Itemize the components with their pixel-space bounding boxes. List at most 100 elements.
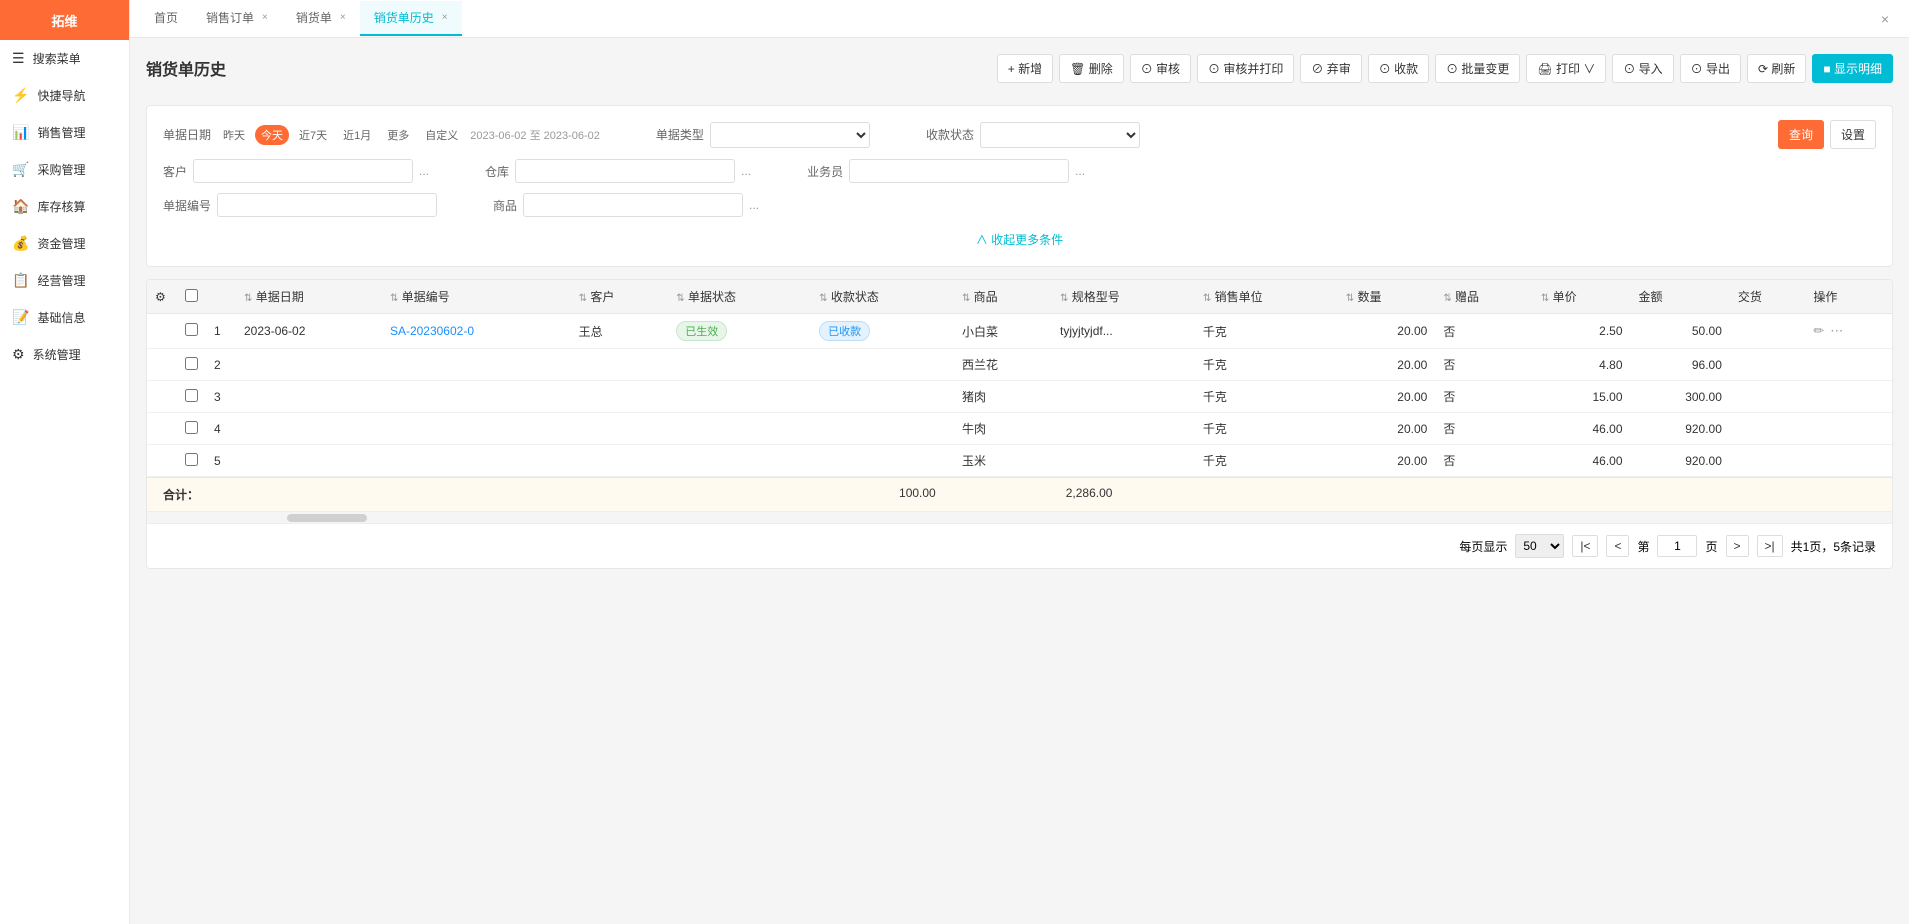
date-custom[interactable]: 自定义	[419, 125, 464, 145]
cell-checkbox[interactable]	[177, 314, 206, 349]
doc-status-badge: 已生效	[676, 321, 727, 341]
refresh-button[interactable]: ⟳ 刷新	[1747, 54, 1806, 83]
business-picker[interactable]: ...	[1075, 164, 1085, 178]
cell-checkbox[interactable]	[177, 445, 206, 477]
per-page-select[interactable]: 50 100	[1515, 534, 1564, 558]
scrollbar-thumb[interactable]	[287, 514, 367, 522]
date-yesterday[interactable]: 昨天	[217, 125, 251, 145]
date-today[interactable]: 今天	[255, 125, 289, 145]
col-amount: 金额	[1631, 280, 1730, 314]
tab-sales-history[interactable]: 销货单历史 ×	[360, 1, 462, 36]
cell-spec: tyjyjtyjdf...	[1052, 314, 1195, 349]
batch-change-button[interactable]: ⊙ 批量变更	[1435, 54, 1520, 83]
col-action: 操作	[1805, 280, 1892, 314]
tab-home[interactable]: 首页	[140, 1, 192, 36]
sales-mgmt-icon: 📊	[12, 124, 29, 141]
sidebar-item-basic-info[interactable]: 📝 基础信息	[0, 299, 129, 336]
cell-customer	[571, 413, 669, 445]
cell-row-no: 4	[206, 413, 236, 445]
col-doc-date[interactable]: ⇅ 单据日期	[236, 280, 382, 314]
tab-sales-delivery[interactable]: 销货单 ×	[282, 1, 360, 36]
date-last7[interactable]: 近7天	[293, 125, 333, 145]
more-icon[interactable]: ⋯	[1830, 323, 1843, 339]
sidebar-item-purchase-mgmt[interactable]: 🛒 采购管理	[0, 151, 129, 188]
page-number-input[interactable]	[1657, 535, 1697, 557]
payment-status-select[interactable]	[980, 122, 1140, 148]
last-page-button[interactable]: >|	[1757, 535, 1783, 557]
settings-button[interactable]: 设置	[1830, 120, 1876, 149]
business-input[interactable]	[849, 159, 1069, 183]
audit-print-button[interactable]: ⊙ 审核并打印	[1197, 54, 1294, 83]
sidebar: 拓维 ☰ 搜索菜单 ⚡ 快捷导航 📊 销售管理 🛒 采购管理 🏠 库存核算 💰 …	[0, 0, 130, 924]
select-all-checkbox[interactable]	[185, 289, 198, 302]
date-last-month[interactable]: 近1月	[337, 125, 377, 145]
doc-type-select[interactable]	[710, 122, 870, 148]
sidebar-item-quick-nav[interactable]: ⚡ 快捷导航	[0, 77, 129, 114]
warehouse-picker[interactable]: ...	[741, 164, 751, 178]
cell-checkbox[interactable]	[177, 349, 206, 381]
sidebar-item-sales-mgmt[interactable]: 📊 销售管理	[0, 114, 129, 151]
col-unit[interactable]: ⇅ 销售单位	[1195, 280, 1338, 314]
cell-amount: 300.00	[1631, 381, 1730, 413]
col-settings[interactable]: ⚙	[147, 280, 177, 314]
collapse-filter-button[interactable]: ∧ 收起更多条件	[163, 227, 1876, 252]
row-checkbox[interactable]	[185, 389, 198, 402]
col-checkbox[interactable]	[177, 280, 206, 314]
prev-page-button[interactable]: <	[1606, 535, 1629, 557]
cell-spec	[1052, 413, 1195, 445]
import-button[interactable]: ⊙ 导入	[1612, 54, 1673, 83]
window-close-button[interactable]: ×	[1871, 11, 1899, 27]
col-product[interactable]: ⇅ 商品	[954, 280, 1052, 314]
cell-action: ✏⋯	[1805, 314, 1892, 349]
sidebar-item-search-menu[interactable]: ☰ 搜索菜单	[0, 40, 129, 77]
product-picker[interactable]: ...	[749, 198, 759, 212]
warehouse-input[interactable]	[515, 159, 735, 183]
cell-checkbox[interactable]	[177, 413, 206, 445]
row-checkbox[interactable]	[185, 421, 198, 434]
row-checkbox[interactable]	[185, 357, 198, 370]
tab-close-sales-order[interactable]: ×	[262, 12, 268, 23]
col-doc-no[interactable]: ⇅ 单据编号	[382, 280, 571, 314]
tab-close-sales-delivery[interactable]: ×	[340, 12, 346, 23]
row-checkbox[interactable]	[185, 323, 198, 336]
col-spec[interactable]: ⇅ 规格型号	[1052, 280, 1195, 314]
col-gift[interactable]: ⇅ 赠品	[1435, 280, 1533, 314]
filter-business: 业务员 ...	[807, 159, 1085, 183]
tab-close-sales-history[interactable]: ×	[442, 12, 448, 23]
tab-sales-order[interactable]: 销售订单 ×	[192, 1, 282, 36]
col-customer[interactable]: ⇅ 客户	[571, 280, 669, 314]
export-button[interactable]: ⊙ 导出	[1680, 54, 1741, 83]
sidebar-item-label: 经营管理	[37, 272, 85, 289]
customer-input[interactable]	[193, 159, 413, 183]
sidebar-item-inventory[interactable]: 🏠 库存核算	[0, 188, 129, 225]
customer-picker[interactable]: ...	[419, 164, 429, 178]
sidebar-item-system-mgmt[interactable]: ⚙ 系统管理	[0, 336, 129, 373]
sort-icon: ⇅	[244, 293, 252, 304]
horizontal-scrollbar[interactable]	[147, 511, 1892, 523]
edit-icon[interactable]: ✏	[1813, 323, 1824, 339]
query-button[interactable]: 查询	[1778, 120, 1824, 149]
sidebar-item-finance[interactable]: 💰 资金管理	[0, 225, 129, 262]
first-page-button[interactable]: |<	[1572, 535, 1598, 557]
cell-checkbox[interactable]	[177, 381, 206, 413]
col-qty[interactable]: ⇅ 数量	[1338, 280, 1436, 314]
pagination: 每页显示 50 100 |< < 第 页 > >| 共1页，5条记录	[147, 523, 1892, 568]
abandon-button[interactable]: ⊘ 弃审	[1300, 54, 1361, 83]
date-more[interactable]: 更多	[381, 125, 415, 145]
doc-no-link[interactable]: SA-20230602-0	[390, 324, 474, 338]
product-input[interactable]	[523, 193, 743, 217]
add-button[interactable]: + 新增	[997, 54, 1053, 83]
audit-button[interactable]: ⊙ 审核	[1130, 54, 1191, 83]
col-doc-status[interactable]: ⇅ 单据状态	[668, 280, 811, 314]
next-page-button[interactable]: >	[1726, 535, 1749, 557]
doc-number-input[interactable]	[217, 193, 437, 217]
col-unit-price[interactable]: ⇅ 单价	[1533, 280, 1631, 314]
delete-button[interactable]: 🗑 删除	[1059, 54, 1124, 83]
collect-button[interactable]: ⊙ 收款	[1368, 54, 1429, 83]
warehouse-label: 仓库	[485, 163, 509, 180]
show-detail-button[interactable]: ■ 显示明细	[1812, 54, 1893, 83]
print-button[interactable]: 🖨 打印 ∨	[1526, 54, 1606, 83]
col-payment-status[interactable]: ⇅ 收款状态	[811, 280, 954, 314]
sidebar-item-operations[interactable]: 📋 经营管理	[0, 262, 129, 299]
row-checkbox[interactable]	[185, 453, 198, 466]
